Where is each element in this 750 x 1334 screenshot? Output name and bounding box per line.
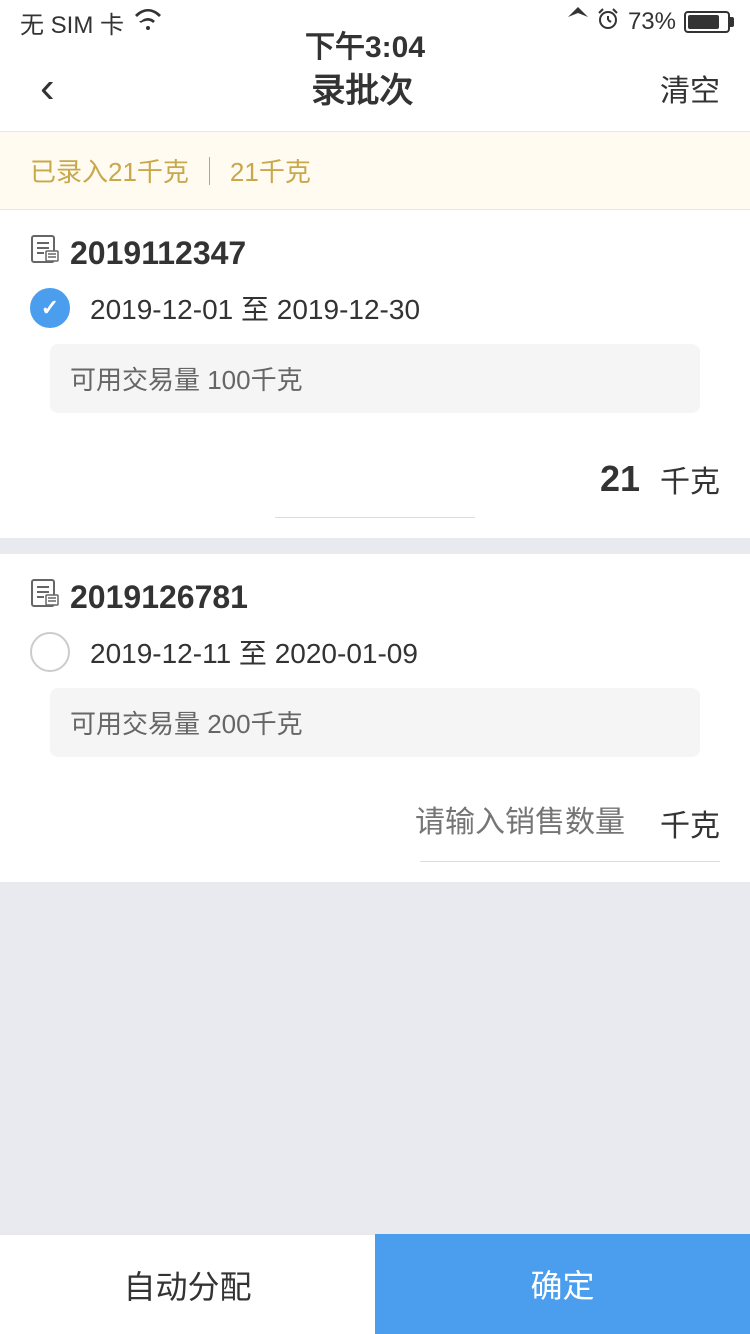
batch-1-avail-wrap: 可用交易量 100千克 <box>30 344 720 437</box>
scrollable-content: 2019112347 2019-12-01 至 2019-12-30 可用交易量… <box>0 210 750 1334</box>
section-divider <box>0 538 750 554</box>
wifi-icon <box>134 8 162 37</box>
page-title: 录批次 <box>311 63 413 112</box>
alarm-icon <box>596 7 620 38</box>
auto-distribute-button[interactable]: 自动分配 <box>0 1234 375 1334</box>
battery-icon <box>684 11 730 33</box>
batch-2-quantity-input[interactable] <box>340 806 640 840</box>
batch-2-qty-input-row: 千克 <box>0 781 750 861</box>
batch-1-unit: 千克 <box>660 457 720 501</box>
info-banner: 已录入21千克 21千克 <box>0 132 750 210</box>
batch-2-id: 2019126781 <box>70 579 248 616</box>
batch-2-date: 2019-12-11 至 2020-01-09 <box>90 632 418 672</box>
batch-1-qty-row: 21 千克 <box>0 437 750 517</box>
confirm-button[interactable]: 确定 <box>375 1234 750 1334</box>
status-left: 无 SIM 卡 <box>20 5 162 40</box>
back-button[interactable]: ‹ <box>30 53 65 123</box>
batch-2-avail: 可用交易量 200千克 <box>50 688 700 757</box>
batch-2-input-divider <box>420 861 720 862</box>
batch-1-date: 2019-12-01 至 2019-12-30 <box>90 288 420 328</box>
clear-button[interactable]: 清空 <box>660 66 720 110</box>
batch-1-divider <box>275 517 475 518</box>
doc-icon-1 <box>30 234 60 272</box>
bottom-bar: 自动分配 确定 <box>0 1234 750 1334</box>
location-icon <box>568 7 588 38</box>
batch-card-1: 2019112347 2019-12-01 至 2019-12-30 可用交易量… <box>0 210 750 538</box>
batch-1-content: 2019112347 2019-12-01 至 2019-12-30 可用交易量… <box>0 210 750 437</box>
carrier-text: 无 SIM 卡 <box>20 5 124 40</box>
empty-space <box>0 882 750 1262</box>
doc-icon-2 <box>30 578 60 616</box>
batch-1-avail: 可用交易量 100千克 <box>50 344 700 413</box>
batch-card-2: 2019126781 2019-12-11 至 2020-01-09 可用交易量… <box>0 554 750 882</box>
status-time: 下午3:04 <box>305 22 425 66</box>
batch-1-date-row[interactable]: 2019-12-01 至 2019-12-30 <box>30 288 720 328</box>
batch-2-date-row[interactable]: 2019-12-11 至 2020-01-09 <box>30 632 720 672</box>
recorded-amount-value: 21千克 <box>230 152 311 189</box>
recorded-amount-label: 已录入21千克 <box>30 152 189 189</box>
batch-2-radio[interactable] <box>30 632 70 672</box>
banner-divider <box>209 157 210 185</box>
batch-1-quantity: 21 <box>600 458 640 500</box>
battery-percent: 73% <box>628 8 676 36</box>
batch-2-content: 2019126781 2019-12-11 至 2020-01-09 可用交易量… <box>0 554 750 781</box>
status-bar: 无 SIM 卡 下午3:04 <box>0 0 750 44</box>
batch-1-id: 2019112347 <box>70 235 246 272</box>
batch-2-avail-wrap: 可用交易量 200千克 <box>30 688 720 781</box>
batch-2-unit: 千克 <box>660 801 720 845</box>
batch-1-id-row: 2019112347 <box>30 234 720 272</box>
status-right: 73% <box>568 7 730 38</box>
batch-2-id-row: 2019126781 <box>30 578 720 616</box>
batch-1-radio[interactable] <box>30 288 70 328</box>
